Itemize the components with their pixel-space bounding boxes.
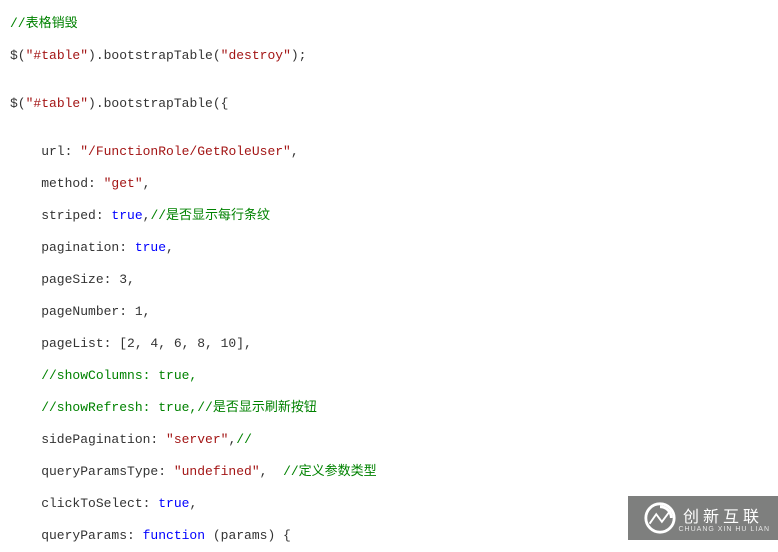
code-text: queryParams: [10, 528, 143, 543]
code-text: pageNumber: 1, [10, 304, 150, 319]
code-text: sidePagination: [10, 432, 166, 447]
string-literal: "/FunctionRole/GetRoleUser" [80, 144, 291, 159]
keyword: true [135, 240, 166, 255]
code-text: method: [10, 176, 104, 191]
string-literal: "#table" [26, 96, 88, 111]
code-text: queryParamsType: [10, 464, 174, 479]
code-text: pageSize: 3, [10, 272, 135, 287]
code-text: , [260, 464, 283, 479]
watermark-badge: 创新互联 CHUANG XIN HU LIAN [628, 496, 778, 540]
watermark-logo-icon [643, 501, 677, 535]
keyword: true [158, 496, 189, 511]
code-text: , [166, 240, 174, 255]
code-text: $( [10, 48, 26, 63]
code-text: , [189, 496, 197, 511]
comment: //表格销毁 [10, 16, 78, 31]
comment: //showColumns: true, [10, 368, 197, 383]
keyword: true [111, 208, 142, 223]
code-text: striped: [10, 208, 111, 223]
comment: // [236, 432, 252, 447]
code-text: pageList: [2, 4, 6, 8, 10], [10, 336, 252, 351]
code-text: , [291, 144, 299, 159]
string-literal: "server" [166, 432, 228, 447]
watermark-subtext: CHUANG XIN HU LIAN [678, 522, 770, 538]
comment: //是否显示每行条纹 [150, 208, 270, 223]
comment: //定义参数类型 [283, 464, 377, 479]
code-text: , [143, 176, 151, 191]
code-block: //表格销毁 $("#table").bootstrapTable("destr… [0, 0, 778, 552]
code-text: ).bootstrapTable({ [88, 96, 228, 111]
code-text: (params) { [205, 528, 291, 543]
code-text: $( [10, 96, 26, 111]
code-text: ); [291, 48, 307, 63]
comment: //showRefresh: true,//是否显示刷新按钮 [10, 400, 317, 415]
string-literal: "undefined" [174, 464, 260, 479]
keyword: function [143, 528, 205, 543]
string-literal: "get" [104, 176, 143, 191]
string-literal: "destroy" [221, 48, 291, 63]
code-text: ).bootstrapTable( [88, 48, 221, 63]
code-text: pagination: [10, 240, 135, 255]
code-text: url: [10, 144, 80, 159]
string-literal: "#table" [26, 48, 88, 63]
code-text: clickToSelect: [10, 496, 158, 511]
